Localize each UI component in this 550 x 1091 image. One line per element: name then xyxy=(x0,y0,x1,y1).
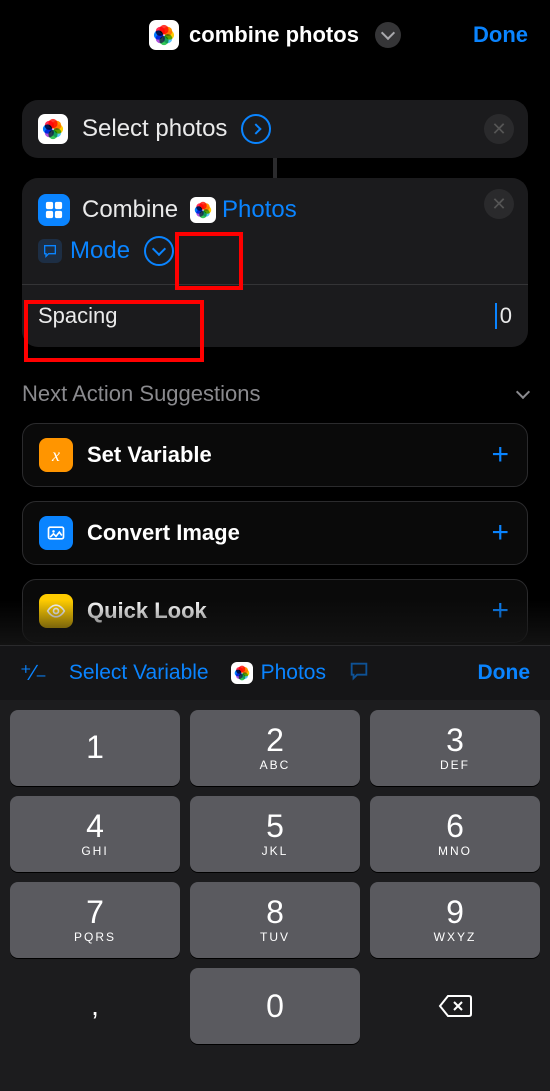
suggestions-collapse-icon[interactable] xyxy=(518,391,528,397)
plus-minus-button[interactable]: ⁺∕₋ xyxy=(20,660,47,686)
spacing-row[interactable]: Spacing 0 xyxy=(22,284,528,347)
plus-icon[interactable]: + xyxy=(491,438,509,472)
photos-variable-icon xyxy=(190,197,216,223)
done-button[interactable]: Done xyxy=(473,22,528,48)
suggestion-label: Convert Image xyxy=(87,520,240,546)
select-variable-button[interactable]: Select Variable xyxy=(69,661,209,685)
title-chevron-icon[interactable] xyxy=(375,22,401,48)
photos-icon xyxy=(38,114,68,144)
spacing-label: Spacing xyxy=(38,303,118,329)
suggestion-quick-look[interactable]: Quick Look + xyxy=(22,579,528,643)
remove-action-button[interactable]: ✕ xyxy=(484,114,514,144)
key-7[interactable]: 7PQRS xyxy=(10,882,180,958)
connector-line xyxy=(273,158,277,178)
mode-token[interactable]: Mode xyxy=(38,237,130,265)
photos-variable-token[interactable]: Photos xyxy=(190,196,297,224)
key-1[interactable]: 1 xyxy=(10,710,180,786)
photos-app-icon xyxy=(149,20,179,50)
key-8[interactable]: 8TUV xyxy=(190,882,360,958)
shortcut-title-group[interactable]: combine photos xyxy=(149,20,401,50)
key-3[interactable]: 3DEF xyxy=(370,710,540,786)
variable-icon: x xyxy=(39,438,73,472)
eye-icon xyxy=(39,594,73,628)
combine-action[interactable]: Combine Photos Mode ✕ xyxy=(22,178,528,284)
plus-icon[interactable]: + xyxy=(491,594,509,628)
suggestions-header-label: Next Action Suggestions xyxy=(22,381,260,407)
suggestion-set-variable[interactable]: x Set Variable + xyxy=(22,423,528,487)
key-4[interactable]: 4GHI xyxy=(10,796,180,872)
combine-grid-icon xyxy=(38,194,70,226)
text-cursor xyxy=(495,303,497,329)
photos-chip-icon xyxy=(231,662,253,684)
image-icon xyxy=(39,516,73,550)
photos-variable-chip[interactable]: Photos xyxy=(231,661,326,685)
recent-variable-icon[interactable] xyxy=(348,660,370,687)
suggestion-label: Quick Look xyxy=(87,598,207,624)
remove-combine-button[interactable]: ✕ xyxy=(484,189,514,219)
keyboard-accessory-bar: ⁺∕₋ Select Variable Photos Done xyxy=(0,645,550,700)
workflow-area: Select photos ✕ Combine Photos xyxy=(0,100,550,347)
photos-variable-label: Photos xyxy=(222,196,297,224)
key-backspace[interactable] xyxy=(370,968,540,1044)
mode-label: Mode xyxy=(70,237,130,265)
speech-bubble-icon xyxy=(38,239,62,263)
plus-icon[interactable]: + xyxy=(491,516,509,550)
accessory-done-button[interactable]: Done xyxy=(478,661,531,685)
key-5[interactable]: 5JKL xyxy=(190,796,360,872)
spacing-value-text: 0 xyxy=(500,303,512,329)
suggestion-convert-image[interactable]: Convert Image + xyxy=(22,501,528,565)
key-0[interactable]: 0 xyxy=(190,968,360,1044)
key-comma[interactable]: , xyxy=(10,968,180,1044)
photos-chip-label: Photos xyxy=(261,661,326,685)
suggestions-section: Next Action Suggestions x Set Variable +… xyxy=(0,347,550,643)
select-photos-title: Select photos xyxy=(82,115,227,143)
expand-toggle-button[interactable] xyxy=(144,236,174,266)
suggestion-label: Set Variable xyxy=(87,442,212,468)
key-9[interactable]: 9WXYZ xyxy=(370,882,540,958)
numeric-keyboard: 1 2ABC 3DEF 4GHI 5JKL 6MNO 7PQRS 8TUV 9W… xyxy=(0,700,550,1091)
shortcut-title: combine photos xyxy=(189,22,359,48)
combine-title: Combine xyxy=(82,196,178,224)
key-2[interactable]: 2ABC xyxy=(190,710,360,786)
spacing-input[interactable]: 0 xyxy=(495,303,512,329)
header: combine photos Done xyxy=(0,0,550,70)
arrow-right-icon[interactable] xyxy=(241,114,271,144)
key-6[interactable]: 6MNO xyxy=(370,796,540,872)
select-photos-action[interactable]: Select photos ✕ xyxy=(22,100,528,158)
